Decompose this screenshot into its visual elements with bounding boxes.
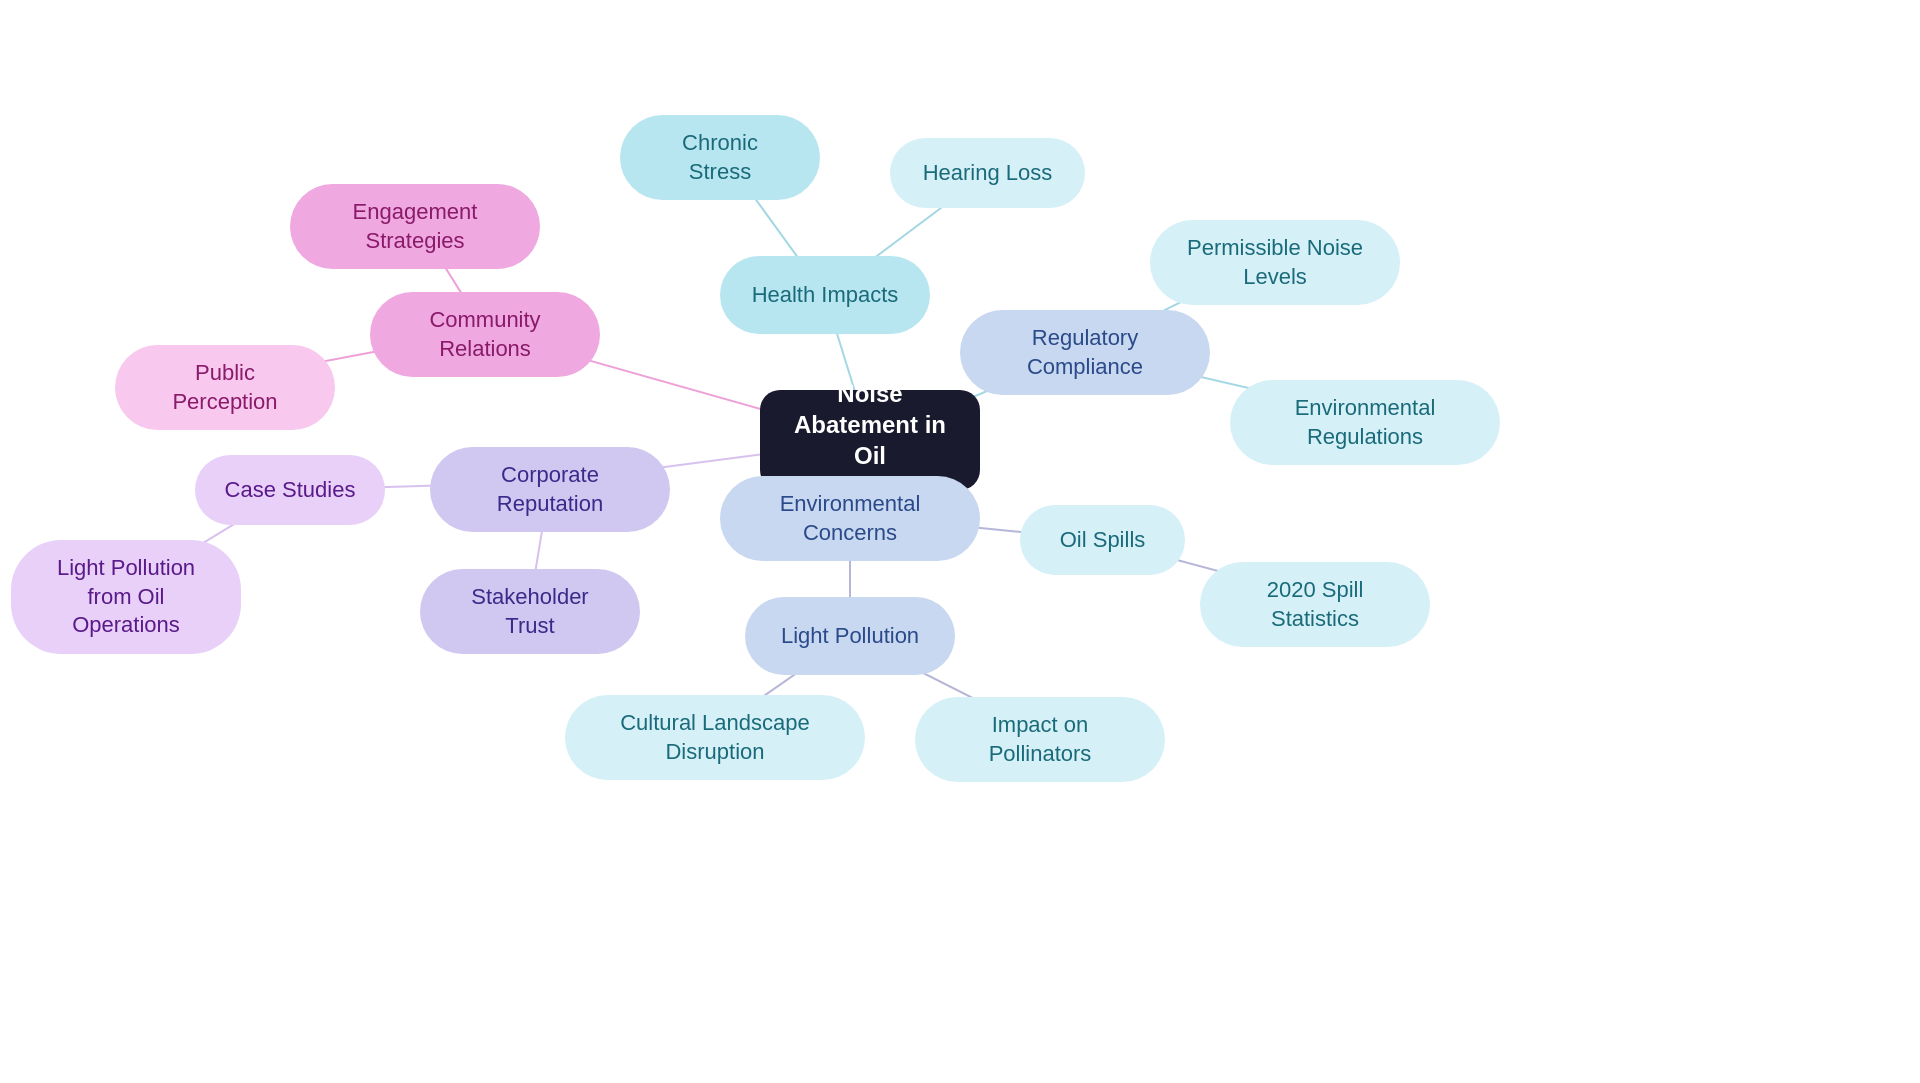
node-public-perception[interactable]: Public Perception [115, 345, 335, 430]
mindmap-container: Noise Abatement in Oil Operations Chronic… [0, 0, 1920, 1083]
node-oil-spills[interactable]: Oil Spills [1020, 505, 1185, 575]
node-cultural-disruption[interactable]: Cultural Landscape Disruption [565, 695, 865, 780]
center-node[interactable]: Noise Abatement in Oil Operations [760, 390, 980, 490]
node-health-impacts[interactable]: Health Impacts [720, 256, 930, 334]
node-corporate-reputation[interactable]: Corporate Reputation [430, 447, 670, 532]
node-chronic-stress[interactable]: Chronic Stress [620, 115, 820, 200]
node-stakeholder-trust[interactable]: Stakeholder Trust [420, 569, 640, 654]
node-light-pollution-oil[interactable]: Light Pollution from Oil Operations [11, 540, 241, 654]
node-case-studies[interactable]: Case Studies [195, 455, 385, 525]
node-light-pollution[interactable]: Light Pollution [745, 597, 955, 675]
node-environmental-regulations[interactable]: Environmental Regulations [1230, 380, 1500, 465]
node-impact-pollinators[interactable]: Impact on Pollinators [915, 697, 1165, 782]
node-engagement-strategies[interactable]: Engagement Strategies [290, 184, 540, 269]
node-environmental-concerns[interactable]: Environmental Concerns [720, 476, 980, 561]
node-hearing-loss[interactable]: Hearing Loss [890, 138, 1085, 208]
node-permissible-noise[interactable]: Permissible Noise Levels [1150, 220, 1400, 305]
node-spill-statistics[interactable]: 2020 Spill Statistics [1200, 562, 1430, 647]
node-regulatory-compliance[interactable]: Regulatory Compliance [960, 310, 1210, 395]
node-community-relations[interactable]: Community Relations [370, 292, 600, 377]
